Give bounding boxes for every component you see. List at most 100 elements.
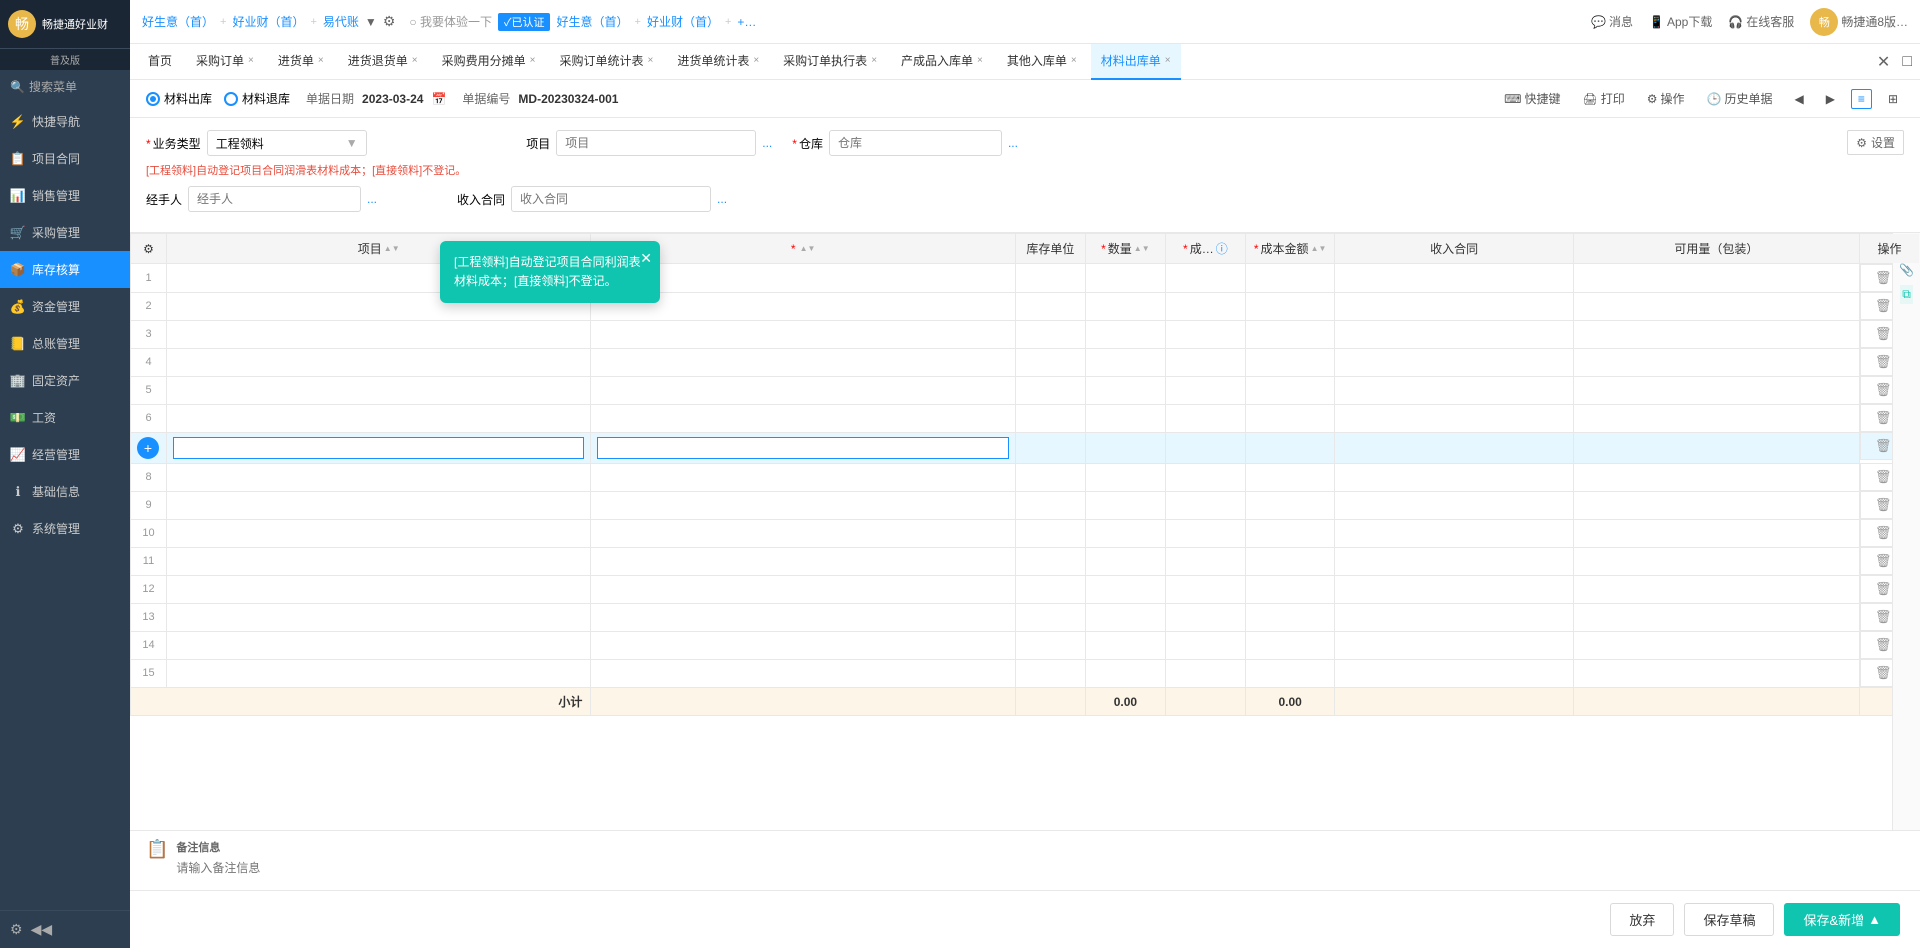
handler-ellipsis[interactable]: ...	[367, 192, 377, 206]
sidebar-item-basic-info[interactable]: ℹ 基础信息	[0, 473, 130, 510]
list-view-btn[interactable]: ≡	[1851, 89, 1872, 109]
save-draft-button[interactable]: 保存草稿	[1684, 903, 1774, 936]
table-settings-icon[interactable]: ⚙	[143, 242, 154, 256]
nav-link-haoshengyi1[interactable]: 好生意（首）	[142, 13, 214, 30]
delete-row-8[interactable]: 🗑	[1875, 469, 1892, 485]
sort-quantity[interactable]: ▲▼	[1134, 244, 1150, 253]
delete-row-14[interactable]: 🗑	[1875, 637, 1892, 653]
quick-key-btn[interactable]: ⌨ 快捷键	[1498, 88, 1566, 109]
close-purchase-order[interactable]: ×	[248, 55, 254, 66]
sidebar-item-project-contract[interactable]: 📋 项目合同	[0, 140, 130, 177]
warehouse-ellipsis[interactable]: ...	[1008, 136, 1018, 150]
nav-link-haoyecai1[interactable]: 好业财（首）	[232, 13, 304, 30]
app-download-btn[interactable]: 📱 App下载	[1649, 13, 1712, 30]
active-row-col2-input[interactable]	[597, 437, 1008, 459]
calendar-icon[interactable]: 📅	[431, 92, 446, 106]
delete-row-1[interactable]: 🗑	[1875, 270, 1892, 286]
add-row-btn[interactable]: +	[137, 437, 159, 459]
sidebar-item-payroll[interactable]: 💵 工资	[0, 399, 130, 436]
delete-row-15[interactable]: 🗑	[1875, 665, 1892, 681]
income-contract-ellipsis[interactable]: ...	[717, 192, 727, 206]
nav-dropdown-arrow[interactable]: ▼	[365, 15, 377, 29]
sidebar-item-assets[interactable]: 🏢 固定资产	[0, 362, 130, 399]
tab-purchase-expense[interactable]: 采购费用分摊单 ×	[432, 44, 546, 80]
tab-goods-receipt[interactable]: 进货单 ×	[268, 44, 334, 80]
sidebar-item-ledger[interactable]: 📒 总账管理	[0, 325, 130, 362]
maximize-icon[interactable]: □	[1902, 53, 1912, 71]
sidebar-item-inventory[interactable]: 📦 库存核算	[0, 251, 130, 288]
sidebar-item-purchase[interactable]: 🛒 采购管理	[0, 214, 130, 251]
delete-row-12[interactable]: 🗑	[1875, 581, 1892, 597]
history-btn[interactable]: 🕒 历史单据	[1700, 88, 1778, 109]
close-goods-stats[interactable]: ×	[753, 55, 759, 66]
delete-row-13[interactable]: 🗑	[1875, 609, 1892, 625]
tab-purchase-order[interactable]: 采购订单 ×	[186, 44, 264, 80]
sidebar-item-finance[interactable]: 💰 资金管理	[0, 288, 130, 325]
next-btn[interactable]: ▶	[1820, 90, 1841, 108]
business-type-select[interactable]: 工程领料 ▼	[207, 130, 367, 156]
sidebar-item-quicknav[interactable]: ⚡ 快捷导航	[0, 103, 130, 140]
nav-link-more[interactable]: +…	[737, 15, 756, 29]
delete-row-10[interactable]: 🗑	[1875, 525, 1892, 541]
delete-row-6[interactable]: 🗑	[1875, 410, 1892, 426]
delete-row-2[interactable]: 🗑	[1875, 298, 1892, 314]
delete-row-4[interactable]: 🗑	[1875, 354, 1892, 370]
project-input[interactable]	[556, 130, 756, 156]
right-tool-clip[interactable]: 📎	[1899, 263, 1914, 277]
print-btn[interactable]: 🖨 打印	[1576, 88, 1630, 109]
delete-row-11[interactable]: 🗑	[1875, 553, 1892, 569]
close-material-out[interactable]: ×	[1165, 55, 1171, 66]
save-new-button[interactable]: 保存&新增 ▲	[1784, 903, 1900, 936]
tab-other-in[interactable]: 其他入库单 ×	[997, 44, 1087, 80]
search-menu[interactable]: 🔍 搜索菜单	[0, 70, 130, 103]
sort-material[interactable]: ▲▼	[800, 244, 816, 253]
delete-row-9[interactable]: 🗑	[1875, 497, 1892, 513]
sidebar-item-system[interactable]: ⚙ 系统管理	[0, 510, 130, 547]
right-tool-link[interactable]: ⧉	[1900, 285, 1913, 304]
user-profile[interactable]: 畅 畅捷通8版…	[1810, 8, 1908, 36]
warehouse-input[interactable]	[829, 130, 1002, 156]
close-purchase-expense[interactable]: ×	[530, 55, 536, 66]
close-other-in[interactable]: ×	[1071, 55, 1077, 66]
grid-view-btn[interactable]: ⊞	[1882, 90, 1904, 108]
prev-btn[interactable]: ◀	[1788, 90, 1809, 108]
sidebar-item-operations[interactable]: 📈 经营管理	[0, 436, 130, 473]
message-btn[interactable]: 💬 消息	[1591, 13, 1633, 30]
close-goods-return[interactable]: ×	[412, 55, 418, 66]
tooltip-close-icon[interactable]: ✕	[640, 247, 652, 269]
nav-link-haoyecai2[interactable]: 好业财（首）	[647, 13, 719, 30]
sort-cost-amount[interactable]: ▲▼	[1311, 244, 1327, 253]
tab-home[interactable]: 首页	[138, 44, 182, 80]
delete-row-3[interactable]: 🗑	[1875, 326, 1892, 342]
dropdown-arrow-save[interactable]: ▲	[1868, 912, 1881, 927]
tab-purchase-stats[interactable]: 采购订单统计表 ×	[549, 44, 663, 80]
discard-button[interactable]: 放弃	[1610, 903, 1674, 936]
info-icon[interactable]: ⓘ	[1216, 240, 1228, 257]
handler-input[interactable]	[188, 186, 361, 212]
tab-product-in[interactable]: 产成品入库单 ×	[891, 44, 993, 80]
tab-material-out[interactable]: 材料出库单 ×	[1091, 44, 1181, 80]
online-service-btn[interactable]: 🎧 在线客服	[1728, 13, 1794, 30]
sidebar-item-sales[interactable]: 📊 销售管理	[0, 177, 130, 214]
tab-purchase-exec[interactable]: 采购订单执行表 ×	[773, 44, 887, 80]
tab-goods-return[interactable]: 进货退货单 ×	[338, 44, 428, 80]
close-window-icon[interactable]: ✕	[1877, 52, 1890, 72]
tab-goods-stats[interactable]: 进货单统计表 ×	[667, 44, 769, 80]
note-input[interactable]	[176, 857, 1904, 879]
settings-btn[interactable]: ⚙ 设置	[1847, 130, 1904, 155]
nav-link-haoshengyi2[interactable]: 好生意（首）	[556, 13, 628, 30]
close-purchase-stats[interactable]: ×	[647, 55, 653, 66]
delete-row-active[interactable]: 🗑	[1875, 438, 1892, 454]
th-settings[interactable]: ⚙	[131, 234, 167, 264]
delete-row-5[interactable]: 🗑	[1875, 382, 1892, 398]
radio-material-out[interactable]: 材料出库	[146, 90, 212, 107]
close-goods-receipt[interactable]: ×	[318, 55, 324, 66]
collapse-icon[interactable]: ◀◀	[31, 921, 53, 938]
operation-btn[interactable]: ⚙ 操作	[1641, 88, 1691, 109]
project-ellipsis[interactable]: ...	[762, 136, 772, 150]
income-contract-input[interactable]	[511, 186, 711, 212]
active-row-col1-input[interactable]	[173, 437, 584, 459]
settings-bottom-icon[interactable]: ⚙	[10, 921, 23, 938]
close-product-in[interactable]: ×	[977, 55, 983, 66]
close-purchase-exec[interactable]: ×	[871, 55, 877, 66]
